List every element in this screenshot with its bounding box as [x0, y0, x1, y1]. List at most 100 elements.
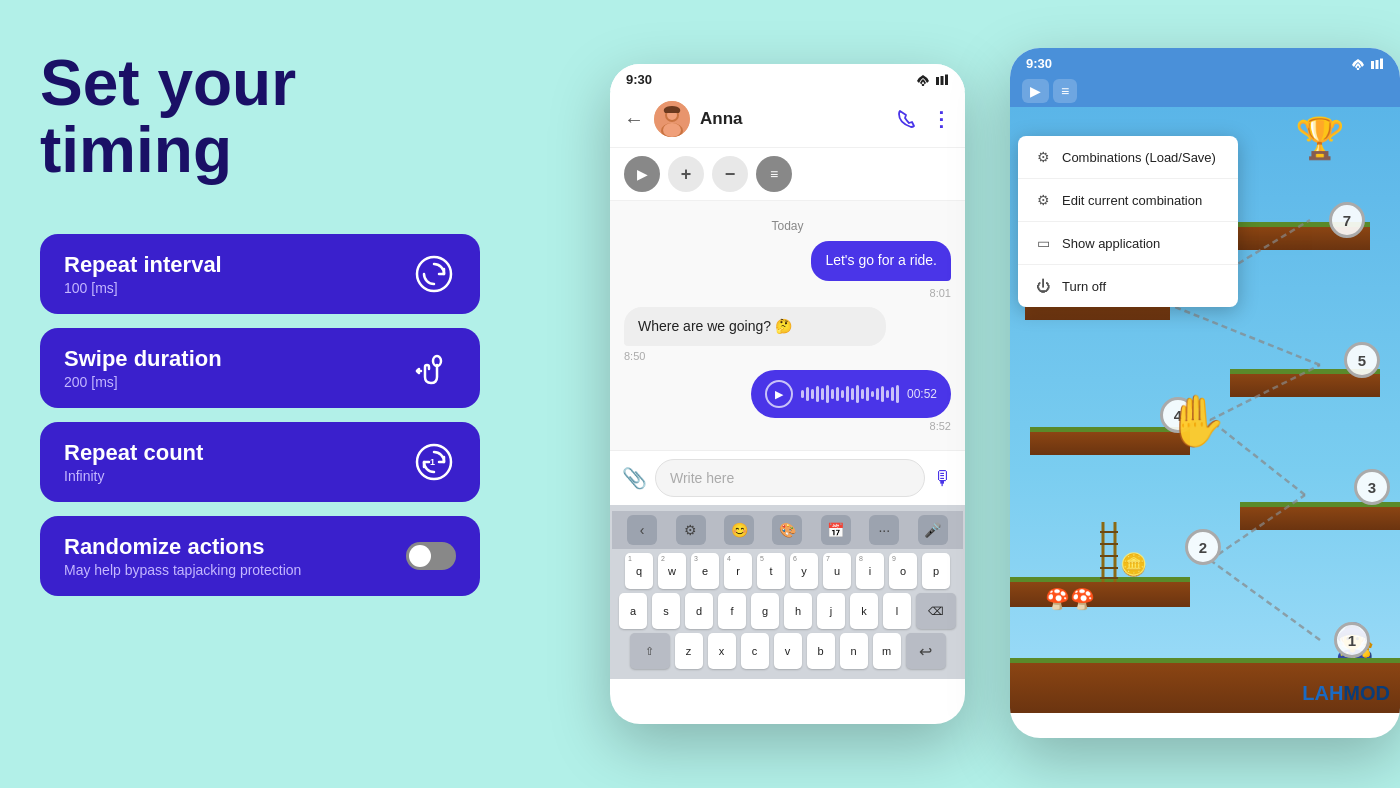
- randomize-toggle[interactable]: [406, 542, 456, 570]
- kb-row-2: a s d f g h j k l ⌫: [612, 593, 963, 629]
- key-j[interactable]: j: [817, 593, 845, 629]
- game-menu-btn[interactable]: ≡: [1053, 79, 1077, 103]
- menu-button[interactable]: ≡: [756, 156, 792, 192]
- chat-status-icons: [915, 74, 949, 86]
- key-a[interactable]: a: [619, 593, 647, 629]
- kb-more-btn[interactable]: ···: [869, 515, 899, 545]
- phone-chat: 9:30 ← Anna: [610, 64, 965, 724]
- key-v[interactable]: v: [774, 633, 802, 669]
- msg-time-3: 8:52: [624, 420, 951, 432]
- key-x[interactable]: x: [708, 633, 736, 669]
- repeat-count-icon: 1: [412, 440, 456, 484]
- message-input[interactable]: Write here: [655, 459, 925, 497]
- game-play-btn[interactable]: ▶: [1022, 79, 1049, 103]
- key-r[interactable]: 4r: [724, 553, 752, 589]
- svg-point-13: [1357, 67, 1359, 69]
- game-status-bar: 9:30: [1010, 48, 1400, 75]
- phone-game: 9:30 ▶ ≡ ⚙ Combinations (Load/Save) ⚙ Ed…: [1010, 48, 1400, 738]
- repeat-interval-card[interactable]: Repeat interval 100 [ms]: [40, 234, 480, 314]
- voice-duration: 00:52: [907, 387, 937, 401]
- repeat-count-text: Repeat count Infinity: [64, 440, 203, 484]
- dropdown-item-edit[interactable]: ⚙ Edit current combination: [1018, 179, 1238, 222]
- key-m[interactable]: m: [873, 633, 901, 669]
- svg-rect-6: [941, 76, 944, 85]
- dropdown-item-combinations[interactable]: ⚙ Combinations (Load/Save): [1018, 136, 1238, 179]
- ladder: [1100, 522, 1118, 582]
- left-panel: Set your timing Repeat interval 100 [ms]…: [0, 0, 510, 788]
- key-u[interactable]: 7u: [823, 553, 851, 589]
- game-number-5: 5: [1344, 342, 1380, 378]
- key-l[interactable]: l: [883, 593, 911, 629]
- phone-icon[interactable]: [895, 108, 917, 130]
- enemy-1: 🍄: [1045, 587, 1070, 611]
- enemy-2: 🍄: [1070, 587, 1095, 611]
- key-q[interactable]: 1q: [625, 553, 653, 589]
- svg-text:1: 1: [430, 457, 435, 467]
- kb-emoji-btn[interactable]: 😊: [724, 515, 754, 545]
- contact-name: Anna: [700, 109, 885, 129]
- kb-mic-btn[interactable]: 🎤: [918, 515, 948, 545]
- randomize-actions-card[interactable]: Randomize actions May help bypass tapjac…: [40, 516, 480, 596]
- key-h[interactable]: h: [784, 593, 812, 629]
- received-message-1: Where are we going? 🤔: [624, 307, 886, 347]
- kb-theme-btn[interactable]: 🎨: [772, 515, 802, 545]
- back-button[interactable]: ←: [624, 108, 644, 131]
- svg-line-17: [1210, 560, 1320, 640]
- repeat-count-title: Repeat count: [64, 440, 203, 466]
- key-s[interactable]: s: [652, 593, 680, 629]
- voice-play-button[interactable]: ▶: [765, 380, 793, 408]
- chat-header-icons: ⋮: [895, 107, 951, 131]
- randomize-actions-subtitle: May help bypass tapjacking protection: [64, 562, 301, 578]
- date-label: Today: [624, 219, 951, 233]
- repeat-interval-title: Repeat interval: [64, 252, 222, 278]
- key-o[interactable]: 9o: [889, 553, 917, 589]
- key-g[interactable]: g: [751, 593, 779, 629]
- key-k[interactable]: k: [850, 593, 878, 629]
- key-z[interactable]: z: [675, 633, 703, 669]
- kb-settings-btn[interactable]: ⚙: [676, 515, 706, 545]
- repeat-interval-icon: [412, 252, 456, 296]
- add-button[interactable]: +: [668, 156, 704, 192]
- key-backspace[interactable]: ⌫: [916, 593, 956, 629]
- dropdown-item-show[interactable]: ▭ Show application: [1018, 222, 1238, 265]
- minus-button[interactable]: −: [712, 156, 748, 192]
- play-button[interactable]: ▶: [624, 156, 660, 192]
- key-y[interactable]: 6y: [790, 553, 818, 589]
- key-p[interactable]: p: [922, 553, 950, 589]
- repeat-count-value: Infinity: [64, 468, 203, 484]
- key-shift[interactable]: ⇧: [630, 633, 670, 669]
- chat-header: ← Anna ⋮: [610, 91, 965, 148]
- game-toolbar: ▶ ≡: [1010, 75, 1400, 107]
- coin: 🪙: [1120, 552, 1147, 578]
- mic-icon[interactable]: 🎙: [933, 467, 953, 490]
- randomize-actions-text: Randomize actions May help bypass tapjac…: [64, 534, 301, 578]
- kb-back-btn[interactable]: ‹: [627, 515, 657, 545]
- more-options-icon[interactable]: ⋮: [931, 107, 951, 131]
- key-e[interactable]: 3e: [691, 553, 719, 589]
- key-i[interactable]: 8i: [856, 553, 884, 589]
- kb-calendar-btn[interactable]: 📅: [821, 515, 851, 545]
- key-n[interactable]: n: [840, 633, 868, 669]
- swipe-duration-text: Swipe duration 200 [ms]: [64, 346, 222, 390]
- game-number-2: 2: [1185, 529, 1221, 565]
- key-d[interactable]: d: [685, 593, 713, 629]
- key-t[interactable]: 5t: [757, 553, 785, 589]
- game-number-7: 7: [1329, 202, 1365, 238]
- swipe-duration-value: 200 [ms]: [64, 374, 222, 390]
- key-f[interactable]: f: [718, 593, 746, 629]
- show-app-icon: ▭: [1034, 234, 1052, 252]
- key-b[interactable]: b: [807, 633, 835, 669]
- swipe-duration-card[interactable]: Swipe duration 200 [ms]: [40, 328, 480, 408]
- svg-point-4: [922, 83, 924, 85]
- key-w[interactable]: 2w: [658, 553, 686, 589]
- kb-row-3: ⇧ z x c v b n m ↩: [612, 633, 963, 669]
- repeat-count-card[interactable]: Repeat count Infinity 1: [40, 422, 480, 502]
- key-enter[interactable]: ↩: [906, 633, 946, 669]
- sent-message-1: Let's go for a ride.: [811, 241, 951, 281]
- svg-point-0: [417, 257, 451, 291]
- dropdown-item-turnoff[interactable]: ⏻ Turn off: [1018, 265, 1238, 307]
- swipe-duration-title: Swipe duration: [64, 346, 222, 372]
- key-c[interactable]: c: [741, 633, 769, 669]
- svg-line-18: [1210, 495, 1305, 560]
- attach-icon[interactable]: 📎: [622, 466, 647, 490]
